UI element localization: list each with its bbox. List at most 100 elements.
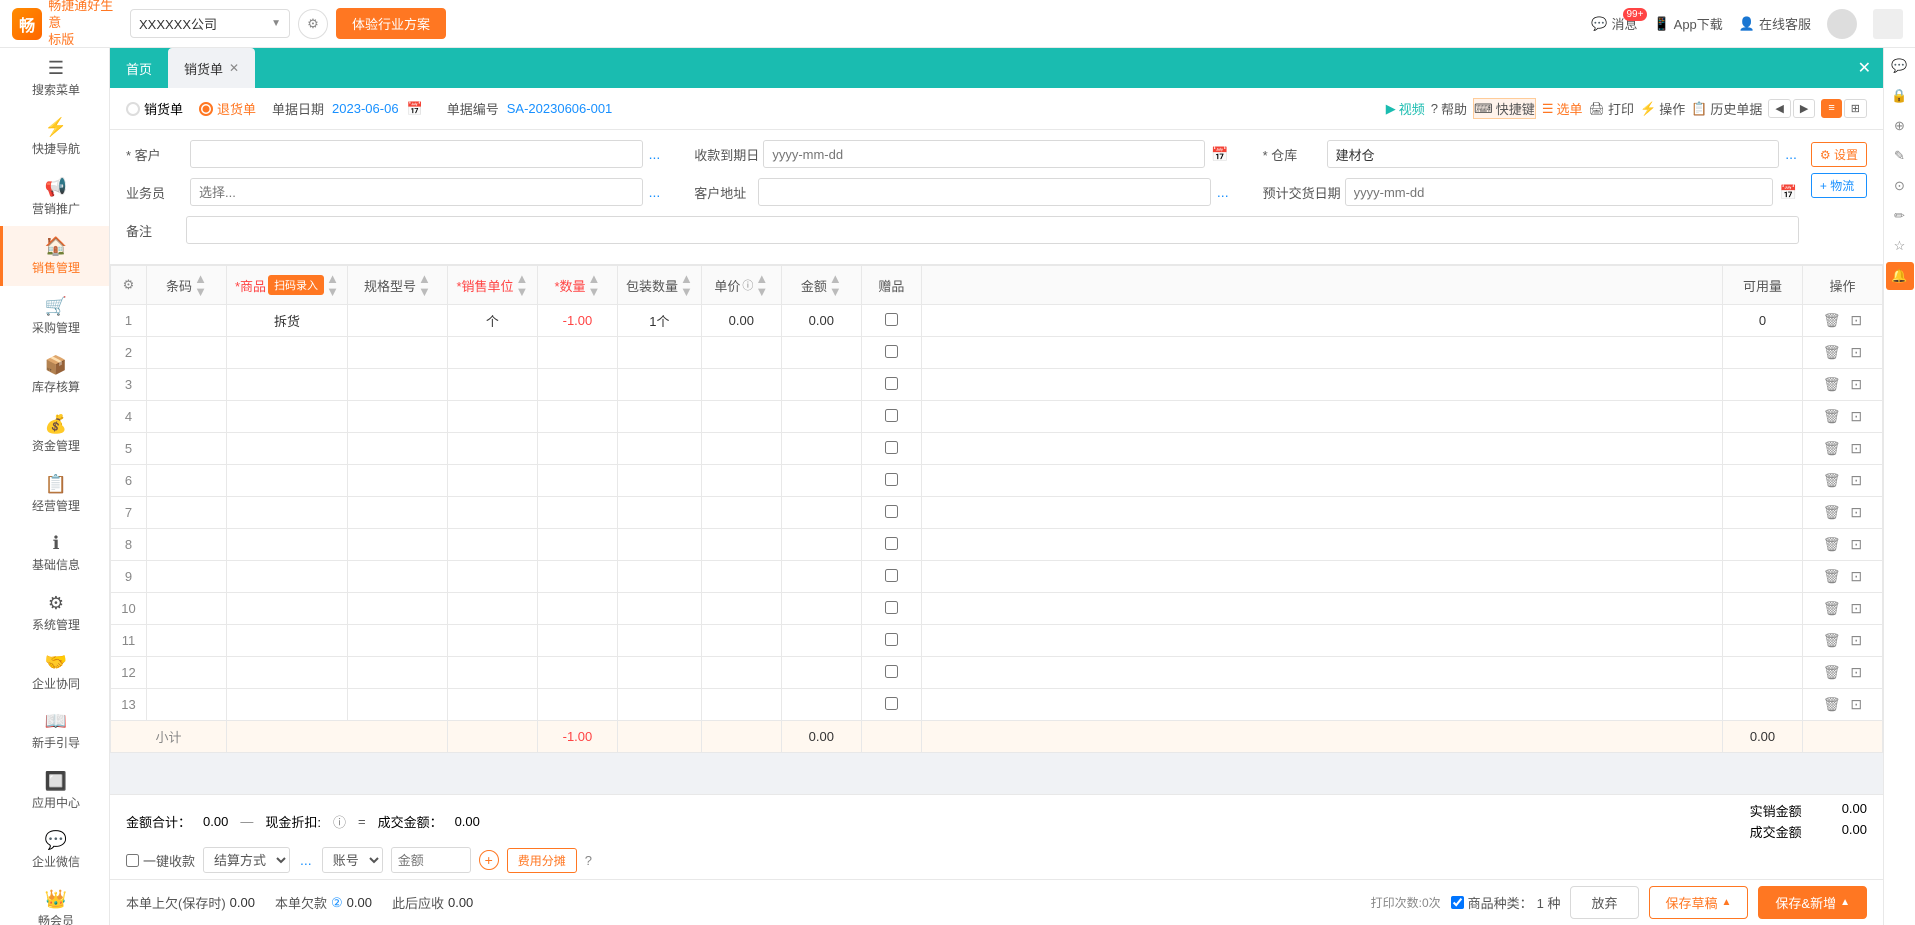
date-calendar-icon[interactable]: 📅 [407, 101, 423, 117]
sidebar-item-8[interactable]: ℹ基础信息 [0, 523, 109, 582]
payment-due-input[interactable] [763, 140, 1205, 168]
delete-row-btn-6[interactable]: 🗑 [1820, 504, 1844, 521]
tab-home[interactable]: 首页 [110, 48, 168, 88]
gift-checkbox-1[interactable] [885, 345, 898, 358]
expense-split-button[interactable]: 费用分摊 [507, 848, 577, 873]
save-draft-button[interactable]: 保存草稿 ▲ [1649, 886, 1749, 919]
row-product-0[interactable]: 拆货 [227, 305, 348, 337]
row-product-12[interactable] [227, 689, 348, 721]
copy-row-btn-5[interactable]: ⊡ [1847, 472, 1865, 489]
operate-button[interactable]: ⚡ 操作 [1640, 99, 1685, 118]
row-unit-4[interactable] [447, 433, 537, 465]
settings-gear-button[interactable]: ⚙ [298, 9, 328, 39]
row-pkgqty-12[interactable] [617, 689, 701, 721]
row-pkgqty-6[interactable] [617, 497, 701, 529]
delete-row-btn-12[interactable]: 🗑 [1820, 696, 1844, 713]
row-price-11[interactable] [701, 657, 781, 689]
row-amount-3[interactable] [781, 401, 861, 433]
unit-sort[interactable]: ▲▼ [516, 272, 529, 298]
row-qty-11[interactable] [537, 657, 617, 689]
th-settings[interactable]: ⚙ [111, 266, 147, 305]
row-amount-7[interactable] [781, 529, 861, 561]
row-spec-9[interactable] [347, 593, 447, 625]
row-barcode-12[interactable] [147, 689, 227, 721]
row-spec-2[interactable] [347, 369, 447, 401]
copy-row-btn-11[interactable]: ⊡ [1847, 664, 1865, 681]
row-amount-12[interactable] [781, 689, 861, 721]
product-sort[interactable]: ▲▼ [326, 272, 339, 298]
settlement-dots-button[interactable]: ... [298, 852, 314, 868]
radio-sales-order[interactable]: 销货单 [126, 99, 183, 118]
row-spec-8[interactable] [347, 561, 447, 593]
row-pkgqty-11[interactable] [617, 657, 701, 689]
delete-row-btn-1[interactable]: 🗑 [1820, 344, 1844, 361]
row-gift-9[interactable] [861, 593, 921, 625]
warehouse-input[interactable] [1327, 140, 1780, 168]
video-button[interactable]: ▶ 视频 [1386, 99, 1425, 118]
row-gift-8[interactable] [861, 561, 921, 593]
row-qty-9[interactable] [537, 593, 617, 625]
price-sort[interactable]: ▲▼ [755, 272, 768, 298]
product-kind-area[interactable]: 商品种类： 1 种 [1451, 893, 1561, 912]
tab-sales-order[interactable]: 销货单 ✕ [168, 48, 255, 88]
row-amount-2[interactable] [781, 369, 861, 401]
row-spec-5[interactable] [347, 465, 447, 497]
right-panel-pen-btn[interactable]: ✏ [1886, 202, 1914, 230]
row-qty-6[interactable] [537, 497, 617, 529]
row-spec-7[interactable] [347, 529, 447, 561]
row-price-3[interactable] [701, 401, 781, 433]
gift-checkbox-3[interactable] [885, 409, 898, 422]
row-product-3[interactable] [227, 401, 348, 433]
row-unit-1[interactable] [447, 337, 537, 369]
row-price-6[interactable] [701, 497, 781, 529]
row-barcode-9[interactable] [147, 593, 227, 625]
expense-help-icon[interactable]: ? [585, 853, 592, 868]
row-pkgqty-7[interactable] [617, 529, 701, 561]
add-payment-button[interactable]: + [479, 850, 499, 870]
copy-row-btn-10[interactable]: ⊡ [1847, 632, 1865, 649]
barcode-input-12[interactable] [153, 697, 220, 712]
history-button[interactable]: 📋 历史单据 [1691, 99, 1762, 118]
delete-row-btn-7[interactable]: 🗑 [1820, 536, 1844, 553]
row-unit-11[interactable] [447, 657, 537, 689]
one-click-payment-checkbox[interactable]: 一键收款 [126, 851, 195, 870]
barcode-input-1[interactable] [153, 345, 220, 360]
row-qty-7[interactable] [537, 529, 617, 561]
row-price-4[interactable] [701, 433, 781, 465]
barcode-input-3[interactable] [153, 409, 220, 424]
barcode-input-5[interactable] [153, 473, 220, 488]
row-pkgqty-0[interactable]: 1个 [617, 305, 701, 337]
company-selector[interactable]: XXXXXX公司 ▼ [130, 9, 290, 38]
account-select[interactable]: 账号 [322, 847, 383, 873]
barcode-input-7[interactable] [153, 537, 220, 552]
nav-prev-button[interactable]: ◀ [1768, 99, 1790, 118]
customer-dots-button[interactable]: ... [647, 146, 663, 162]
shortcut-button[interactable]: ⌨ 快捷键 [1473, 98, 1536, 119]
row-amount-4[interactable] [781, 433, 861, 465]
delete-row-btn-0[interactable]: 🗑 [1820, 312, 1844, 329]
row-gift-3[interactable] [861, 401, 921, 433]
row-product-10[interactable] [227, 625, 348, 657]
row-spec-0[interactable] [347, 305, 447, 337]
delivery-calendar-icon[interactable]: 📅 [1777, 184, 1798, 201]
row-qty-8[interactable] [537, 561, 617, 593]
price-info-icon[interactable]: ⓘ [742, 277, 753, 293]
row-qty-12[interactable] [537, 689, 617, 721]
row-barcode-4[interactable] [147, 433, 227, 465]
gift-checkbox-10[interactable] [885, 633, 898, 646]
row-gift-5[interactable] [861, 465, 921, 497]
barcode-input-8[interactable] [153, 569, 220, 584]
note-input[interactable] [186, 216, 1799, 244]
delete-row-btn-8[interactable]: 🗑 [1820, 568, 1844, 585]
customer-address-input[interactable] [758, 178, 1211, 206]
row-amount-5[interactable] [781, 465, 861, 497]
row-price-2[interactable] [701, 369, 781, 401]
sidebar-item-2[interactable]: 📢营销推广 [0, 167, 109, 226]
row-barcode-1[interactable] [147, 337, 227, 369]
copy-row-btn-3[interactable]: ⊡ [1847, 408, 1865, 425]
row-unit-5[interactable] [447, 465, 537, 497]
row-qty-1[interactable] [537, 337, 617, 369]
barcode-input-2[interactable] [153, 377, 220, 392]
row-price-9[interactable] [701, 593, 781, 625]
gift-checkbox-0[interactable] [885, 313, 898, 326]
